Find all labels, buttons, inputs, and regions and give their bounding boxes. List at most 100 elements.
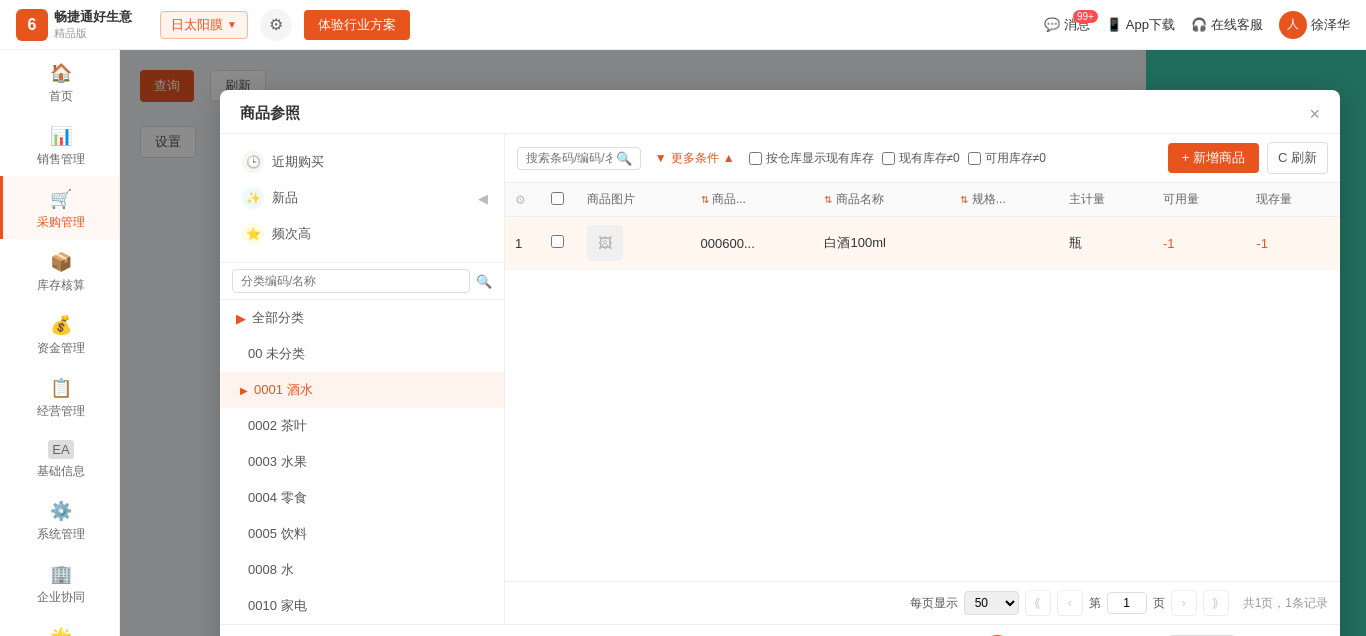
product-search-input[interactable] [526,151,612,165]
per-page-label: 每页显示 [910,595,958,612]
image-icon: 🖼 [598,235,612,251]
sidebar-item-operations[interactable]: 📋 经营管理 [0,365,119,428]
table-header-row: ⚙ 商品图片 ⇅ [505,183,1340,217]
modal-header: 商品参照 × [220,90,1340,134]
brand-selector[interactable]: 日太阳膜 ▼ [160,11,248,39]
per-page-select[interactable]: 50 100 200 [964,591,1019,615]
prev-page-button[interactable]: ‹ [1057,590,1083,616]
left-panel-header: 🕒 近期购买 ✨ 新品 ⭐ 频次高 ◀ [220,134,504,263]
product-toolbar: 🔍 ▼ 更多条件 ▲ 按仓库显示现有库存 [505,134,1340,183]
category-search-icon[interactable]: 🔍 [476,274,492,289]
collapse-left-panel-button[interactable]: ◀ [474,188,492,208]
modal-footer: 显示停用 ? 🛒 连续选择的商品 0 ∧ 取消 确定 [220,624,1340,636]
category-item-fruit[interactable]: 0003 水果 [220,444,504,480]
avatar: 人 [1279,11,1307,39]
online-support-button[interactable]: 🎧 在线客服 [1191,16,1263,34]
current-page-input[interactable] [1107,592,1147,614]
right-panel: 🔍 ▼ 更多条件 ▲ 按仓库显示现有库存 [505,134,1340,624]
first-page-button[interactable]: ⟪ [1025,590,1051,616]
product-reference-modal: 商品参照 × 🕒 近期购买 ✨ 新品 [220,90,1340,636]
tab-recent-purchase[interactable]: 🕒 近期购买 [232,144,468,180]
col-checkbox [541,183,577,217]
row-checkbox[interactable] [551,235,564,248]
tab-frequent[interactable]: ⭐ 频次高 [232,216,468,252]
quick-tabs: 🕒 近期购买 ✨ 新品 ⭐ 频次高 [232,144,468,252]
sidebar-item-purchase[interactable]: 🛒 采购管理 [0,176,119,239]
cell-spec [950,217,1059,270]
category-item-alcohol[interactable]: ▶ 0001 酒水 [220,372,504,408]
headset-icon: 🎧 [1191,17,1207,32]
category-item-snacks[interactable]: 0004 零食 [220,480,504,516]
active-arrow-icon: ▶ [240,385,248,396]
cell-code: 000600... [691,217,815,270]
page-label: 第 [1089,595,1101,612]
filter-icon: ▼ [655,151,667,165]
expand-arrow-icon: ▶ [236,311,246,326]
category-item-drinks[interactable]: 0005 饮料 [220,516,504,552]
category-item-tea[interactable]: 0002 茶叶 [220,408,504,444]
col-code[interactable]: ⇅ 商品... [691,183,815,217]
logo-text: 畅捷通好生意 精品版 [54,8,132,41]
col-settings[interactable]: ⚙ [505,183,541,217]
available-stock-checkbox[interactable] [882,152,895,165]
modal-title: 商品参照 [240,104,300,123]
col-unit: 主计量 [1059,183,1152,217]
app-download-button[interactable]: 📱 App下载 [1106,16,1175,34]
total-info: 共1页，1条记录 [1243,595,1328,612]
guide-icon: 🌟 [50,626,72,636]
category-search-input[interactable] [232,269,470,293]
message-icon: 💬 [1044,17,1060,32]
page-suffix: 页 [1153,595,1165,612]
sidebar-item-inventory[interactable]: 📦 库存核算 [0,239,119,302]
topbar: 6 畅捷通好生意 精品版 日太阳膜 ▼ ⚙ 体验行业方案 💬 消息 99+ 📱 … [0,0,1366,50]
star-icon: ⭐ [242,223,264,245]
checkbox-usable-stock[interactable]: 可用库存≠0 [968,150,1046,167]
checkbox-available-stock[interactable]: 现有库存≠0 [882,150,960,167]
select-all-checkbox[interactable] [551,192,564,205]
tab-new-products[interactable]: ✨ 新品 [232,180,468,216]
last-page-button[interactable]: ⟫ [1203,590,1229,616]
column-settings-icon[interactable]: ⚙ [515,193,526,207]
purchase-icon: 🛒 [50,188,72,210]
category-item-water[interactable]: 0008 水 [220,552,504,588]
basics-icon: EA [48,440,73,459]
product-search-icon[interactable]: 🔍 [616,151,632,166]
enterprise-icon: 🏢 [50,563,72,585]
product-table: ⚙ 商品图片 ⇅ [505,183,1340,270]
user-menu[interactable]: 人 徐泽华 [1279,11,1350,39]
col-available: 可用量 [1153,183,1246,217]
cell-index: 1 [505,217,541,270]
category-item-all[interactable]: ▶ 全部分类 [220,300,504,336]
logo-icon: 6 [16,9,48,41]
next-page-button[interactable]: › [1171,590,1197,616]
sidebar-item-enterprise[interactable]: 🏢 企业协同 [0,551,119,614]
sidebar-item-basics[interactable]: EA 基础信息 [0,428,119,488]
more-filters-button[interactable]: ▼ 更多条件 ▲ [649,146,741,171]
col-spec[interactable]: ⇅ 规格... [950,183,1059,217]
modal-close-button[interactable]: × [1309,105,1320,123]
category-item-appliances[interactable]: 0010 家电 [220,588,504,624]
trial-button[interactable]: 体验行业方案 [304,10,410,40]
sidebar-item-guide[interactable]: 🌟 新手引导 [0,614,119,636]
sidebar-item-home[interactable]: 🏠 首页 [0,50,119,113]
usable-stock-checkbox[interactable] [968,152,981,165]
warehouse-stock-checkbox[interactable] [749,152,762,165]
category-search-area: 🔍 [220,263,504,300]
table-row[interactable]: 1 🖼 [505,217,1340,270]
content-area: 查询 刷新 设置 商品参照 × [120,50,1366,636]
category-list: ▶ 全部分类 00 未分类 ▶ 0001 酒水 0002 茶叶 [220,300,504,624]
sidebar-item-finance[interactable]: 💰 资金管理 [0,302,119,365]
sidebar-item-sales[interactable]: 📊 销售管理 [0,113,119,176]
refresh-button[interactable]: C 刷新 [1267,142,1328,174]
col-name[interactable]: ⇅ 商品名称 [814,183,950,217]
sidebar-item-system[interactable]: ⚙️ 系统管理 [0,488,119,551]
col-stock: 现存量 [1246,183,1340,217]
category-item-uncategorized[interactable]: 00 未分类 [220,336,504,372]
add-product-button[interactable]: + 新增商品 [1168,143,1259,173]
checkbox-warehouse-stock[interactable]: 按仓库显示现有库存 [749,150,874,167]
settings-button[interactable]: ⚙ [260,9,292,41]
cell-unit: 瓶 [1059,217,1152,270]
messages-button[interactable]: 💬 消息 99+ [1044,16,1090,34]
username-label: 徐泽华 [1311,16,1350,34]
clock-icon: 🕒 [242,151,264,173]
